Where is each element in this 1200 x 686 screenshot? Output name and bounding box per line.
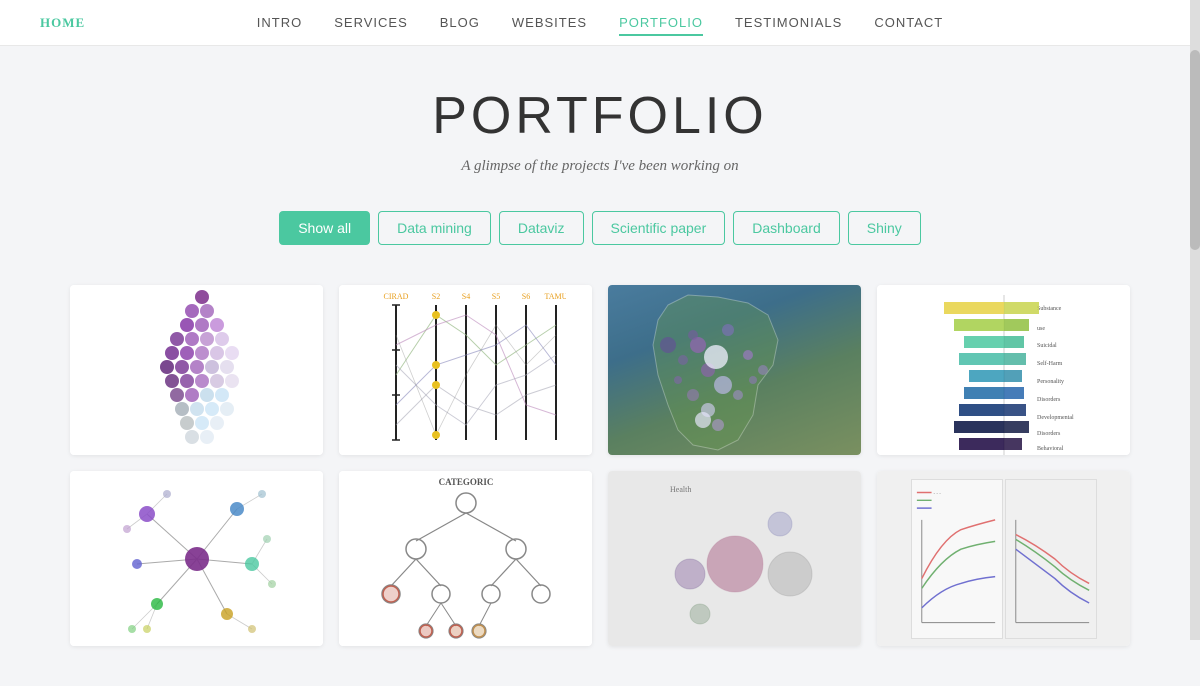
svg-text:Suicidal: Suicidal: [1037, 343, 1057, 349]
filter-shiny[interactable]: Shiny: [848, 211, 921, 245]
filter-dataviz[interactable]: Dataviz: [499, 211, 584, 245]
scrollbar[interactable]: [1190, 0, 1200, 640]
svg-text:Health: Health: [670, 485, 691, 494]
nav-item-intro[interactable]: INTRO: [257, 14, 302, 32]
filter-scientific-paper[interactable]: Scientific paper: [592, 211, 726, 245]
svg-text:S6: S6: [521, 292, 529, 301]
nav-item-testimonials[interactable]: TESTIMONIALS: [735, 14, 842, 32]
card-image-2: CIRAD S2 S4 S5 S6 TAMU: [339, 285, 592, 455]
nav-item-blog[interactable]: BLOG: [440, 14, 480, 32]
portfolio-card-5[interactable]: [70, 471, 323, 646]
portfolio-card-1[interactable]: [70, 285, 323, 455]
portfolio-card-3[interactable]: [608, 285, 861, 455]
portfolio-card-4[interactable]: Substance use Suicidal Self-Harm Persona…: [877, 285, 1130, 455]
svg-text:Personality: Personality: [1037, 379, 1064, 385]
filter-data-mining[interactable]: Data mining: [378, 211, 491, 245]
portfolio-card-6[interactable]: CATEGORIC: [339, 471, 592, 646]
nav-item-services[interactable]: SERVICES: [334, 14, 408, 32]
nav-item-portfolio[interactable]: PORTFOLIO: [619, 14, 703, 32]
filter-show-all[interactable]: Show all: [279, 211, 370, 245]
nav-home-link[interactable]: HOME: [40, 15, 85, 31]
filter-dashboard[interactable]: Dashboard: [733, 211, 840, 245]
svg-text:CIRAD: CIRAD: [383, 292, 408, 301]
scrollbar-thumb[interactable]: [1190, 50, 1200, 250]
svg-text:Self-Harm: Self-Harm: [1037, 360, 1063, 367]
nav-links: INTRO SERVICES BLOG WEBSITES PORTFOLIO T…: [257, 14, 943, 32]
card-image-4: Substance use Suicidal Self-Harm Persona…: [877, 285, 1130, 455]
svg-text:- - -: - - -: [933, 491, 941, 496]
card-image-6: CATEGORIC: [339, 471, 592, 646]
svg-text:S4: S4: [461, 292, 469, 301]
card-image-3: [608, 285, 861, 455]
svg-text:S2: S2: [431, 292, 439, 301]
page-title: PORTFOLIO: [70, 86, 1130, 146]
card-image-8: - - -: [877, 471, 1130, 646]
svg-text:Substance: Substance: [1037, 306, 1062, 312]
page-subtitle: A glimpse of the projects I've been work…: [70, 158, 1130, 175]
svg-text:Disorders: Disorders: [1037, 397, 1061, 403]
nav-item-contact[interactable]: CONTACT: [874, 14, 943, 32]
svg-text:Behavioral: Behavioral: [1037, 446, 1064, 452]
portfolio-grid: CIRAD S2 S4 S5 S6 TAMU: [70, 285, 1130, 646]
card-image-1: [70, 285, 323, 455]
card-image-7: Health: [608, 471, 861, 646]
page-content: PORTFOLIO A glimpse of the projects I've…: [50, 46, 1150, 686]
filter-bar: Show all Data mining Dataviz Scientific …: [70, 211, 1130, 245]
svg-text:use: use: [1037, 326, 1045, 332]
portfolio-card-2[interactable]: CIRAD S2 S4 S5 S6 TAMU: [339, 285, 592, 455]
nav-item-websites[interactable]: WEBSITES: [512, 14, 587, 32]
svg-text:Developmental: Developmental: [1037, 415, 1074, 421]
svg-text:S5: S5: [491, 292, 499, 301]
portfolio-card-7[interactable]: Health: [608, 471, 861, 646]
navbar: HOME INTRO SERVICES BLOG WEBSITES PORTFO…: [0, 0, 1200, 46]
card-image-5: [70, 471, 323, 646]
portfolio-card-8[interactable]: - - -: [877, 471, 1130, 646]
svg-text:Disorders: Disorders: [1037, 431, 1061, 437]
svg-text:CATEGORIC: CATEGORIC: [438, 477, 493, 487]
svg-text:TAMU: TAMU: [544, 292, 565, 301]
